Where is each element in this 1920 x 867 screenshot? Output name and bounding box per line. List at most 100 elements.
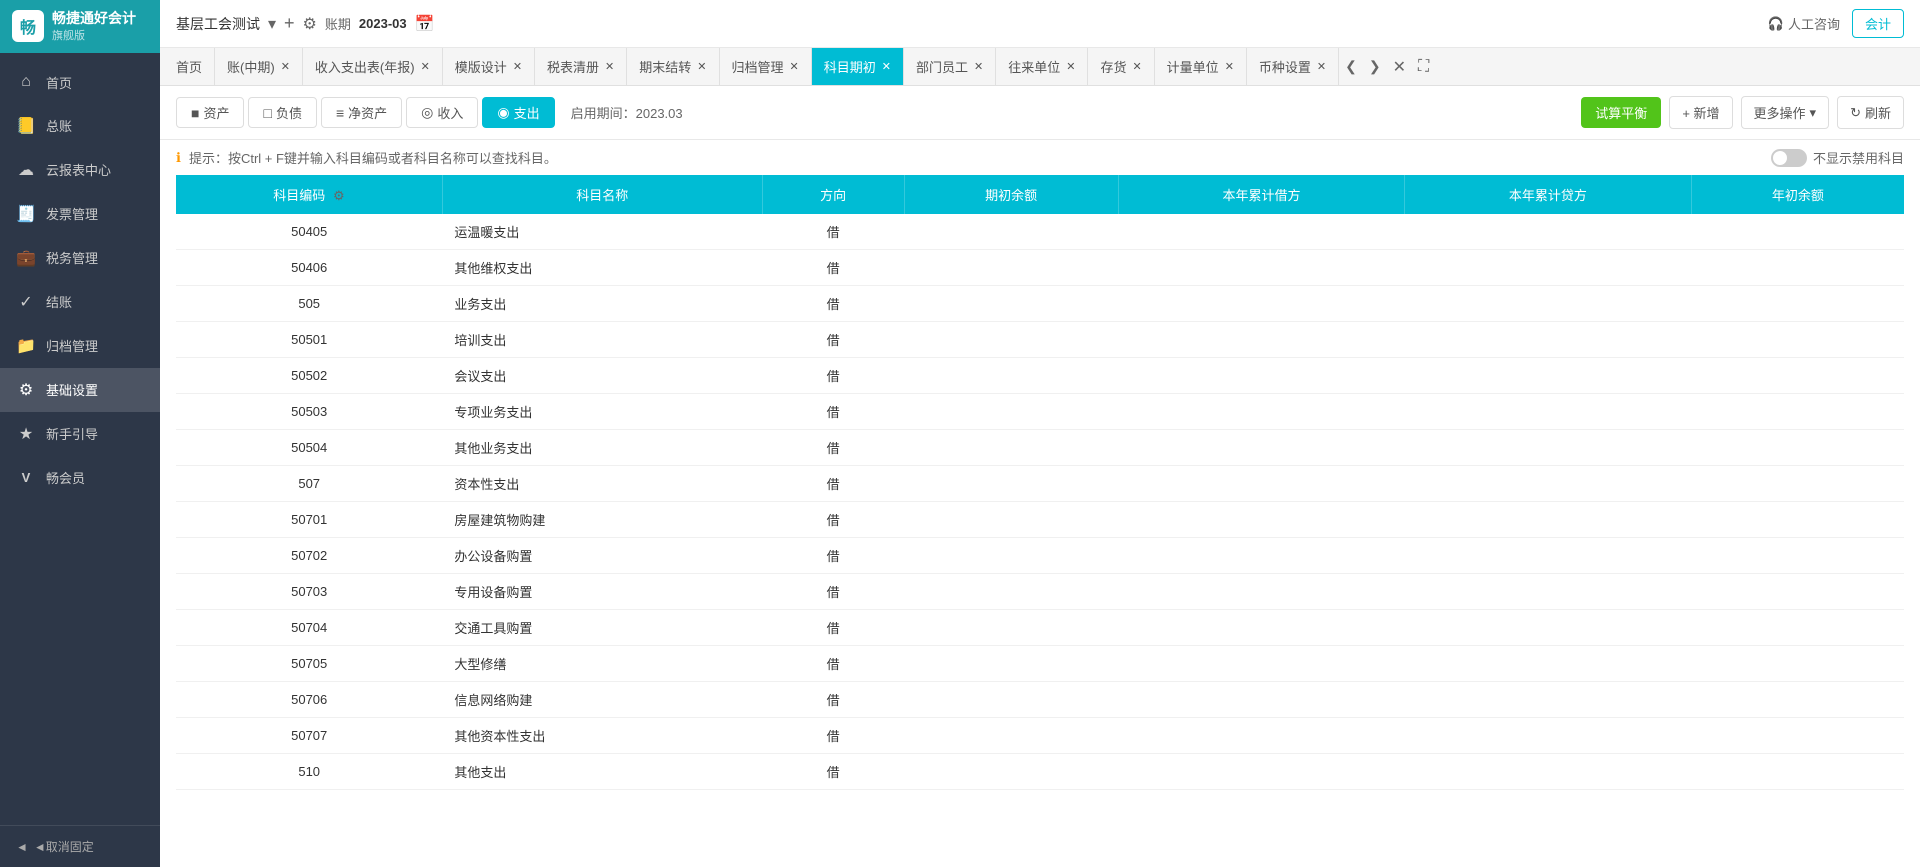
cell-ytd-credit xyxy=(1405,502,1691,538)
tab-inventory[interactable]: 存货 ✕ xyxy=(1088,48,1154,85)
table-row[interactable]: 510 其他支出 借 xyxy=(176,754,1904,790)
cell-opening xyxy=(904,502,1118,538)
tab-balance[interactable]: 账(中期) ✕ xyxy=(215,48,303,85)
cell-annual xyxy=(1691,430,1904,466)
table-row[interactable]: 50504 其他业务支出 借 xyxy=(176,430,1904,466)
tab-close-all-btn[interactable]: ✕ xyxy=(1387,48,1412,85)
cell-name: 其他业务支出 xyxy=(442,430,762,466)
tab-home[interactable]: 首页 xyxy=(164,48,215,85)
account-button[interactable]: 会计 xyxy=(1852,9,1904,38)
close-icon[interactable]: ✕ xyxy=(281,60,290,73)
table-row[interactable]: 50702 办公设备购置 借 xyxy=(176,538,1904,574)
sidebar-item-label: 首页 xyxy=(46,73,72,92)
calendar-icon[interactable]: 📅 xyxy=(415,14,435,34)
close-icon[interactable]: ✕ xyxy=(1132,60,1141,73)
tab-next-btn[interactable]: ❯ xyxy=(1363,48,1387,85)
balance-button[interactable]: 试算平衡 xyxy=(1581,97,1661,128)
dropdown-icon[interactable]: ▾ xyxy=(268,14,276,34)
sub-tab-asset[interactable]: ■ 资产 xyxy=(176,97,244,128)
cell-name: 资本性支出 xyxy=(442,466,762,502)
table-row[interactable]: 507 资本性支出 借 xyxy=(176,466,1904,502)
table-row[interactable]: 50502 会议支出 借 xyxy=(176,358,1904,394)
table-row[interactable]: 50501 培训支出 借 xyxy=(176,322,1904,358)
cell-code: 50504 xyxy=(176,430,442,466)
support-button[interactable]: 🎧 人工咨询 xyxy=(1768,14,1840,33)
sidebar-item-reports[interactable]: ☁ 云报表中心 xyxy=(0,148,160,192)
sub-tab-liability[interactable]: □ 负债 xyxy=(248,97,316,128)
sub-tab-label: 负债 xyxy=(276,103,302,122)
column-settings-icon[interactable]: ⚙ xyxy=(333,188,345,203)
settings-cog-icon[interactable]: ⚙ xyxy=(303,14,317,34)
close-icon[interactable]: ✕ xyxy=(790,60,799,73)
collapse-icon: ◄ xyxy=(16,840,28,854)
close-icon[interactable]: ✕ xyxy=(1225,60,1234,73)
tab-prev-btn[interactable]: ❮ xyxy=(1339,48,1363,85)
sidebar-collapse-btn[interactable]: ◄ ◄取消固定 xyxy=(0,825,160,867)
sidebar-item-home[interactable]: ⌂ 首页 xyxy=(0,61,160,104)
table-row[interactable]: 50706 信息网络购建 借 xyxy=(176,682,1904,718)
sidebar-item-label: 云报表中心 xyxy=(46,160,111,179)
refresh-button[interactable]: ↻ 刷新 xyxy=(1837,96,1904,129)
table-row[interactable]: 50406 其他维权支出 借 xyxy=(176,250,1904,286)
close-icon[interactable]: ✕ xyxy=(697,60,706,73)
cell-ytd-credit xyxy=(1405,682,1691,718)
period-label: 账期 xyxy=(325,14,351,33)
sidebar-item-invoice[interactable]: 🧾 发票管理 xyxy=(0,192,160,236)
sidebar-item-ledger[interactable]: 📒 总账 xyxy=(0,104,160,148)
sub-tabs: ■ 资产 □ 负债 ≡ 净资产 ◎ 收入 ◉ 支出 启用期间：2023.03 试… xyxy=(160,86,1920,140)
table-row[interactable]: 50705 大型修缮 借 xyxy=(176,646,1904,682)
table-row[interactable]: 50704 交通工具购置 借 xyxy=(176,610,1904,646)
table-row[interactable]: 505 业务支出 借 xyxy=(176,286,1904,322)
close-icon[interactable]: ✕ xyxy=(421,60,430,73)
tab-label: 存货 xyxy=(1100,57,1126,76)
cell-ytd-debit xyxy=(1118,538,1404,574)
tab-expand-btn[interactable]: ⛶ xyxy=(1412,48,1435,85)
cell-ytd-debit xyxy=(1118,322,1404,358)
close-icon[interactable]: ✕ xyxy=(513,60,522,73)
tab-arch-mgmt[interactable]: 归档管理 ✕ xyxy=(720,48,812,85)
sub-tab-label: 收入 xyxy=(437,103,463,122)
sidebar-item-guide[interactable]: ★ 新手引导 xyxy=(0,412,160,456)
sidebar-item-settings[interactable]: ⚙ 基础设置 xyxy=(0,368,160,412)
cell-ytd-debit xyxy=(1118,502,1404,538)
tab-template[interactable]: 模版设计 ✕ xyxy=(443,48,535,85)
tab-tax-clear[interactable]: 税表清册 ✕ xyxy=(535,48,627,85)
cell-direction: 借 xyxy=(762,430,904,466)
cell-direction: 借 xyxy=(762,754,904,790)
add-button[interactable]: + 新增 xyxy=(1669,96,1732,129)
table-row[interactable]: 50701 房屋建筑物购建 借 xyxy=(176,502,1904,538)
tab-subject-period[interactable]: 科目期初 ✕ xyxy=(812,48,904,85)
sidebar-item-tax[interactable]: 💼 税务管理 xyxy=(0,236,160,280)
table-row[interactable]: 50703 专用设备购置 借 xyxy=(176,574,1904,610)
table-row[interactable]: 50707 其他资本性支出 借 xyxy=(176,718,1904,754)
more-button[interactable]: 更多操作 ▾ xyxy=(1741,96,1830,129)
sub-tab-income[interactable]: ◎ 收入 xyxy=(406,97,478,128)
close-icon[interactable]: ✕ xyxy=(1066,60,1075,73)
close-icon[interactable]: ✕ xyxy=(882,60,891,73)
toggle-switch[interactable] xyxy=(1771,149,1807,167)
close-icon[interactable]: ✕ xyxy=(1317,60,1326,73)
sub-tab-expense[interactable]: ◉ 支出 xyxy=(482,97,554,128)
cell-opening xyxy=(904,214,1118,250)
sidebar-item-archive[interactable]: 📁 归档管理 xyxy=(0,324,160,368)
asset-icon: ■ xyxy=(191,105,199,121)
tab-currency[interactable]: 币种设置 ✕ xyxy=(1247,48,1339,85)
add-tab-icon[interactable]: + xyxy=(284,13,295,34)
close-icon[interactable]: ✕ xyxy=(974,60,983,73)
cell-ytd-credit xyxy=(1405,322,1691,358)
sidebar-item-settle[interactable]: ✓ 结账 xyxy=(0,280,160,324)
table-row[interactable]: 50503 专项业务支出 借 xyxy=(176,394,1904,430)
close-icon[interactable]: ✕ xyxy=(605,60,614,73)
cell-annual xyxy=(1691,250,1904,286)
tab-customer[interactable]: 往来单位 ✕ xyxy=(996,48,1088,85)
company-name: 基层工会测试 xyxy=(176,14,260,34)
tab-income[interactable]: 收入支出表(年报) ✕ xyxy=(303,48,443,85)
sidebar-item-member[interactable]: V 畅会员 xyxy=(0,456,160,499)
tab-unit[interactable]: 计量单位 ✕ xyxy=(1155,48,1247,85)
toggle-container: 不显示禁用科目 xyxy=(1771,148,1904,167)
income-tab-icon: ◎ xyxy=(421,104,433,121)
tab-period-end[interactable]: 期末结转 ✕ xyxy=(627,48,719,85)
sub-tab-net-asset[interactable]: ≡ 净资产 xyxy=(321,97,402,128)
table-row[interactable]: 50405 运温暖支出 借 xyxy=(176,214,1904,250)
tab-dept-employee[interactable]: 部门员工 ✕ xyxy=(904,48,996,85)
